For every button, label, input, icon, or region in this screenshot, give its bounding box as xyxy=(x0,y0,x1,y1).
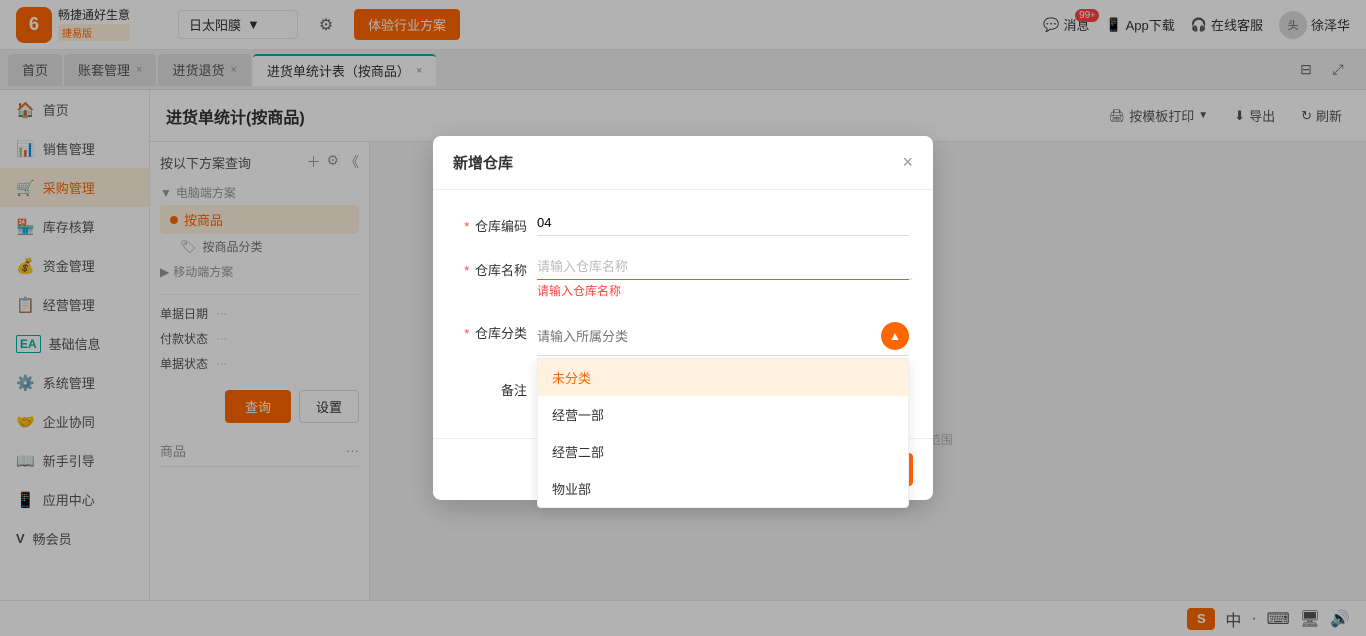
category-toggle-button[interactable]: ▲ xyxy=(881,322,909,350)
modal-close-button[interactable]: × xyxy=(902,152,913,173)
category-dropdown-list: 未分类 经营一部 经营二部 物业部 xyxy=(537,358,909,508)
add-warehouse-modal: 新增仓库 × * 仓库编码 * 仓库名称 xyxy=(433,136,933,500)
category-field-wrapper: ▲ 未分类 经营一部 经营二部 物业部 xyxy=(537,317,909,356)
category-input[interactable] xyxy=(537,329,881,344)
modal-overlay: 新增仓库 × * 仓库编码 * 仓库名称 xyxy=(0,0,1366,636)
option-unclassified[interactable]: 未分类 xyxy=(538,359,908,396)
modal-title: 新增仓库 xyxy=(453,152,513,173)
option-dept3[interactable]: 物业部 xyxy=(538,470,908,507)
code-field-wrapper xyxy=(537,210,909,236)
form-row-category: * 仓库分类 ▲ 未分类 经营一部 经营二部 物业部 xyxy=(457,317,909,356)
name-field-wrapper: 请输入仓库名称 xyxy=(537,254,909,299)
option-dept2[interactable]: 经营二部 xyxy=(538,433,908,470)
form-row-code: * 仓库编码 xyxy=(457,210,909,236)
note-label: 备注 xyxy=(457,374,527,399)
name-error-msg: 请输入仓库名称 xyxy=(537,282,909,299)
category-label: * 仓库分类 xyxy=(457,317,527,342)
code-input[interactable] xyxy=(537,210,909,236)
name-label: * 仓库名称 xyxy=(457,254,527,279)
form-row-name: * 仓库名称 请输入仓库名称 xyxy=(457,254,909,299)
modal-body: * 仓库编码 * 仓库名称 请输入仓库名称 xyxy=(433,190,933,438)
name-input[interactable] xyxy=(537,254,909,280)
modal-header: 新增仓库 × xyxy=(433,136,933,190)
category-dropdown[interactable]: ▲ xyxy=(537,317,909,356)
option-dept1[interactable]: 经营一部 xyxy=(538,396,908,433)
code-label: * 仓库编码 xyxy=(457,210,527,235)
